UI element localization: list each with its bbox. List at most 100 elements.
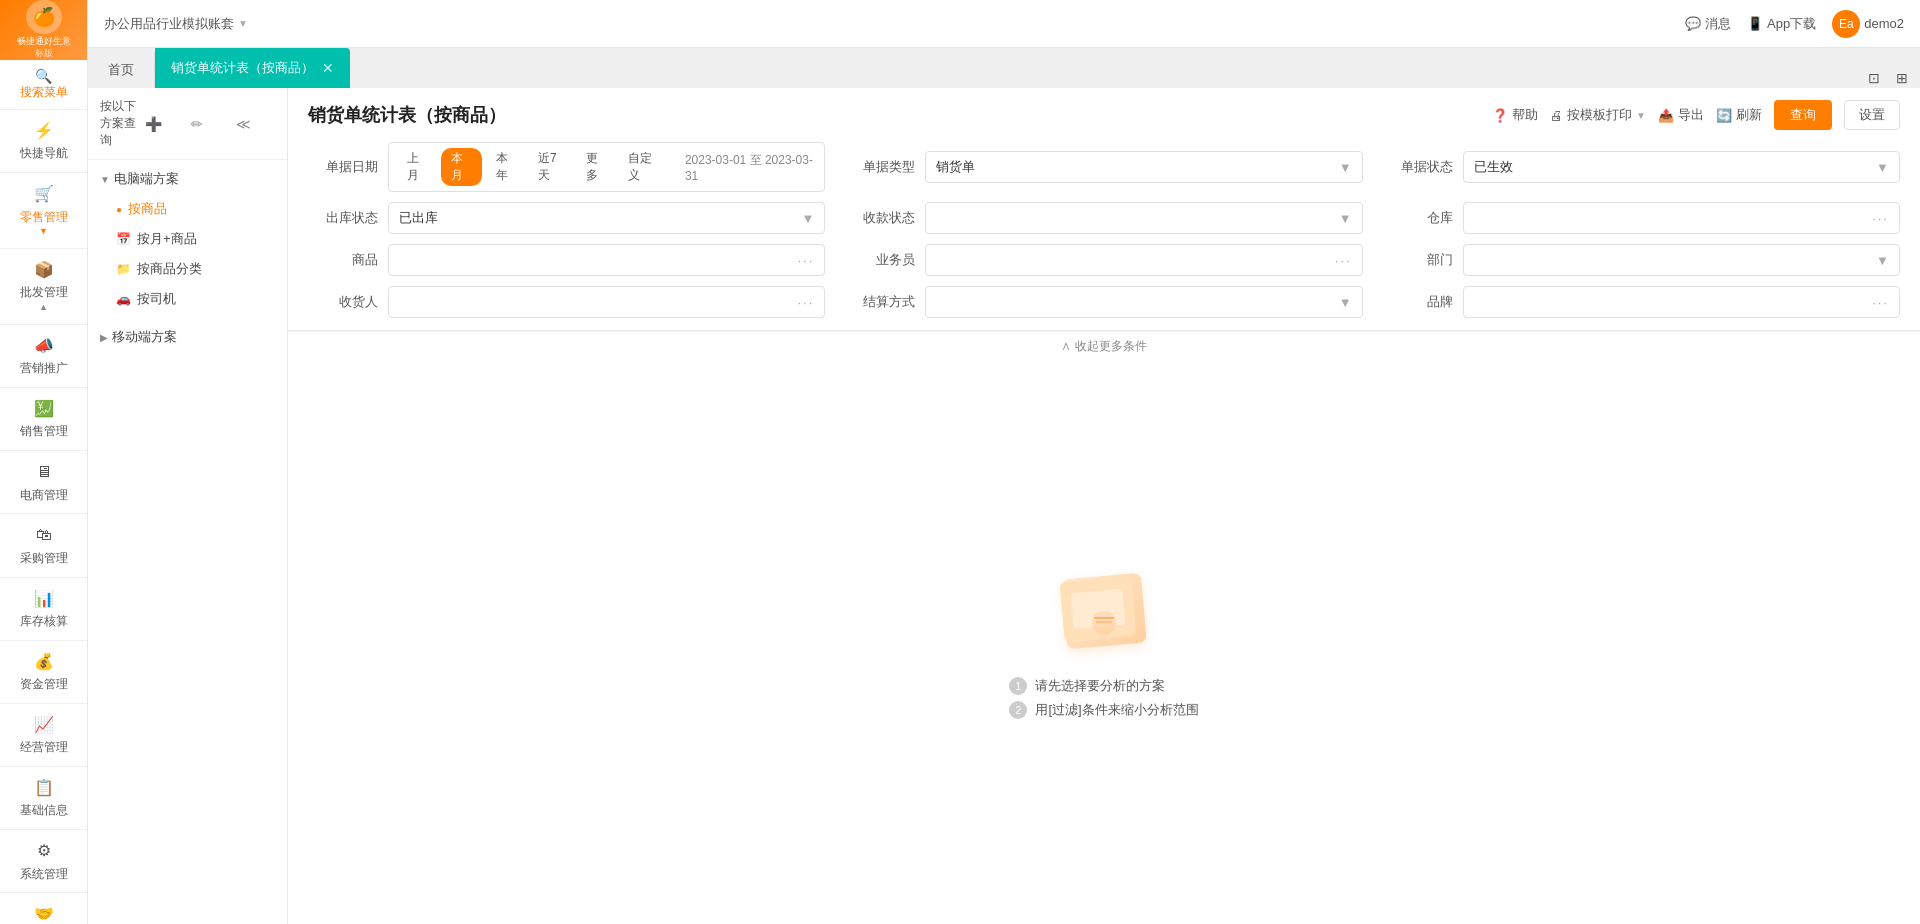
sidebar-item-cooperation[interactable]: 🤝 企业协同: [0, 893, 88, 924]
out-status-control[interactable]: 已出库 ▼: [388, 202, 825, 234]
collapse-label: ∧ 收起更多条件: [1061, 339, 1146, 353]
topbar-left: 办公用品行业模拟账套 ▼: [104, 15, 248, 33]
settings-button[interactable]: 设置: [1844, 100, 1900, 130]
sidebar-item-finance[interactable]: 💰 资金管理: [0, 641, 88, 704]
brand-label: 品牌: [1383, 293, 1463, 311]
message-btn[interactable]: 💬 消息: [1685, 15, 1731, 33]
sidebar-item-purchase[interactable]: 🛍 采购管理: [0, 514, 88, 577]
refresh-btn[interactable]: 🔄 刷新: [1716, 106, 1762, 124]
search-menu[interactable]: 🔍 搜索菜单: [0, 60, 88, 110]
type-filter-control[interactable]: 销货单 ▼: [925, 151, 1362, 183]
avatar: Ea: [1832, 10, 1860, 38]
finance-icon: 💰: [34, 651, 54, 673]
type-filter-label: 单据类型: [845, 158, 925, 176]
operations-icon: 📈: [34, 714, 54, 736]
username: demo2: [1864, 16, 1904, 31]
sidebar-item-quick[interactable]: ⚡ 快捷导航: [0, 110, 88, 173]
by-month-goods-label: 按月+商品: [137, 230, 197, 248]
payment-status-label: 收款状态: [845, 209, 925, 227]
query-button[interactable]: 查询: [1774, 100, 1832, 130]
status-dropdown-icon: ▼: [1876, 160, 1889, 175]
date-tab-7days[interactable]: 近7天: [530, 147, 572, 187]
help-label: 帮助: [1512, 106, 1538, 124]
by-driver-icon: 🚗: [116, 292, 131, 306]
empty-text: 1 请先选择要分析的方案 2 用[过滤]条件来缩小分析范围: [1009, 677, 1198, 725]
tree-child-by-goods[interactable]: ● 按商品: [88, 194, 287, 224]
content-area: 按以下方案查询 ➕ ✏ ≪ ▼ 电脑端方案 ● 按商品 📅 按月+商品: [88, 88, 1920, 924]
help-icon: ❓: [1492, 108, 1508, 123]
app-name: 畅捷通好生意: [17, 36, 71, 47]
tab-maximize-btn[interactable]: ⊞: [1892, 68, 1912, 88]
purchase-icon: 🛍: [36, 524, 52, 546]
tab-close-icon[interactable]: ✕: [322, 60, 334, 76]
date-tab-this-year[interactable]: 本年: [488, 147, 524, 187]
status-filter-control[interactable]: 已生效 ▼: [1463, 151, 1900, 183]
brand-control[interactable]: ···: [1463, 286, 1900, 318]
retail-label: 零售管理: [20, 209, 68, 226]
date-tabs: 上月 本月 本年 近7天 更多 自定义: [399, 147, 667, 187]
payment-method-control[interactable]: ▼: [925, 286, 1362, 318]
warehouse-label: 仓库: [1383, 209, 1463, 227]
out-status-value: 已出库: [399, 209, 438, 227]
sidebar-item-retail[interactable]: 🛒 零售管理 ▼: [0, 173, 88, 249]
sidebar-item-marketing[interactable]: 📣 营销推广: [0, 325, 88, 388]
tree-child-by-driver[interactable]: 🚗 按司机: [88, 284, 287, 314]
empty-svg: [1044, 561, 1164, 661]
goods-control[interactable]: ···: [388, 244, 825, 276]
receiver-label: 收货人: [308, 293, 388, 311]
collapse-conditions-btn[interactable]: ∧ 收起更多条件: [288, 331, 1920, 361]
date-filter-label: 单据日期: [308, 158, 388, 176]
app-download-btn[interactable]: 📱 App下载: [1747, 15, 1816, 33]
filter-row-out-status: 出库状态 已出库 ▼ 收款状态 ▼ 仓库 ···: [308, 202, 1900, 234]
date-tab-last-month[interactable]: 上月: [399, 147, 435, 187]
date-tab-this-month[interactable]: 本月: [441, 148, 481, 186]
date-tab-custom[interactable]: 自定义: [620, 147, 667, 187]
date-tab-more[interactable]: 更多: [578, 147, 614, 187]
tab-minimize-btn[interactable]: ⊡: [1864, 68, 1884, 88]
stock-icon: 📊: [34, 588, 54, 610]
user-menu[interactable]: Ea demo2: [1832, 10, 1904, 38]
export-icon: 📤: [1658, 108, 1674, 123]
retail-icon: 🛒: [34, 183, 54, 205]
sidebar-item-wholesale[interactable]: 📦 批发管理 ▲: [0, 249, 88, 325]
edit-scheme-btn[interactable]: ✏: [191, 116, 230, 132]
tree-group-mobile: ▶ 移动端方案: [88, 318, 287, 356]
industry-selector[interactable]: 办公用品行业模拟账套 ▼: [104, 15, 248, 33]
add-scheme-btn[interactable]: ➕: [145, 116, 184, 132]
tree-child-by-month-goods[interactable]: 📅 按月+商品: [88, 224, 287, 254]
step1-num: 1: [1009, 677, 1027, 695]
tree-child-by-category[interactable]: 📁 按商品分类: [88, 254, 287, 284]
sidebar-item-operations[interactable]: 📈 经营管理: [0, 704, 88, 767]
sidebar-item-ecom[interactable]: 🖥 电商管理: [0, 451, 88, 514]
tree-parent-mobile-label: 移动端方案: [112, 328, 177, 346]
page-header: 销货单统计表（按商品） ❓ 帮助 🖨 按模板打印 ▼ 📤 导出: [288, 88, 1920, 130]
sidebar-item-system[interactable]: ⚙ 系统管理: [0, 830, 88, 893]
tab-active[interactable]: 销货单统计表（按商品） ✕: [155, 48, 350, 88]
receiver-dots-icon: ···: [797, 295, 814, 310]
basic-label: 基础信息: [20, 802, 68, 819]
print-btn[interactable]: 🖨 按模板打印 ▼: [1550, 106, 1646, 124]
salesperson-control[interactable]: ···: [925, 244, 1362, 276]
receiver-control[interactable]: ···: [388, 286, 825, 318]
goods-dots-icon: ···: [797, 253, 814, 268]
main-wrap: 办公用品行业模拟账套 ▼ 💬 消息 📱 App下载 Ea demo2 首页 销货…: [88, 0, 1920, 924]
tab-active-label: 销货单统计表（按商品）: [171, 59, 314, 77]
sidebar-item-stock[interactable]: 📊 库存核算: [0, 578, 88, 641]
tab-home[interactable]: 首页: [88, 52, 155, 88]
collapse-scheme-btn[interactable]: ≪: [236, 116, 275, 132]
sidebar-item-basic[interactable]: 📋 基础信息: [0, 767, 88, 830]
sidebar-item-sales[interactable]: 💹 销售管理: [0, 388, 88, 451]
tree-parent-mobile[interactable]: ▶ 移动端方案: [88, 322, 287, 352]
step2-num: 2: [1009, 701, 1027, 719]
out-status-label: 出库状态: [308, 209, 388, 227]
message-icon: 💬: [1685, 16, 1701, 31]
tree-parent-desktop[interactable]: ▼ 电脑端方案: [88, 164, 287, 194]
payment-status-control[interactable]: ▼: [925, 202, 1362, 234]
by-goods-label: 按商品: [128, 200, 167, 218]
department-control[interactable]: ▼: [1463, 244, 1900, 276]
warehouse-control[interactable]: ···: [1463, 202, 1900, 234]
help-btn[interactable]: ❓ 帮助: [1492, 106, 1538, 124]
export-btn[interactable]: 📤 导出: [1658, 106, 1704, 124]
industry-chevron-icon: ▼: [238, 18, 248, 29]
finance-label: 资金管理: [20, 676, 68, 693]
